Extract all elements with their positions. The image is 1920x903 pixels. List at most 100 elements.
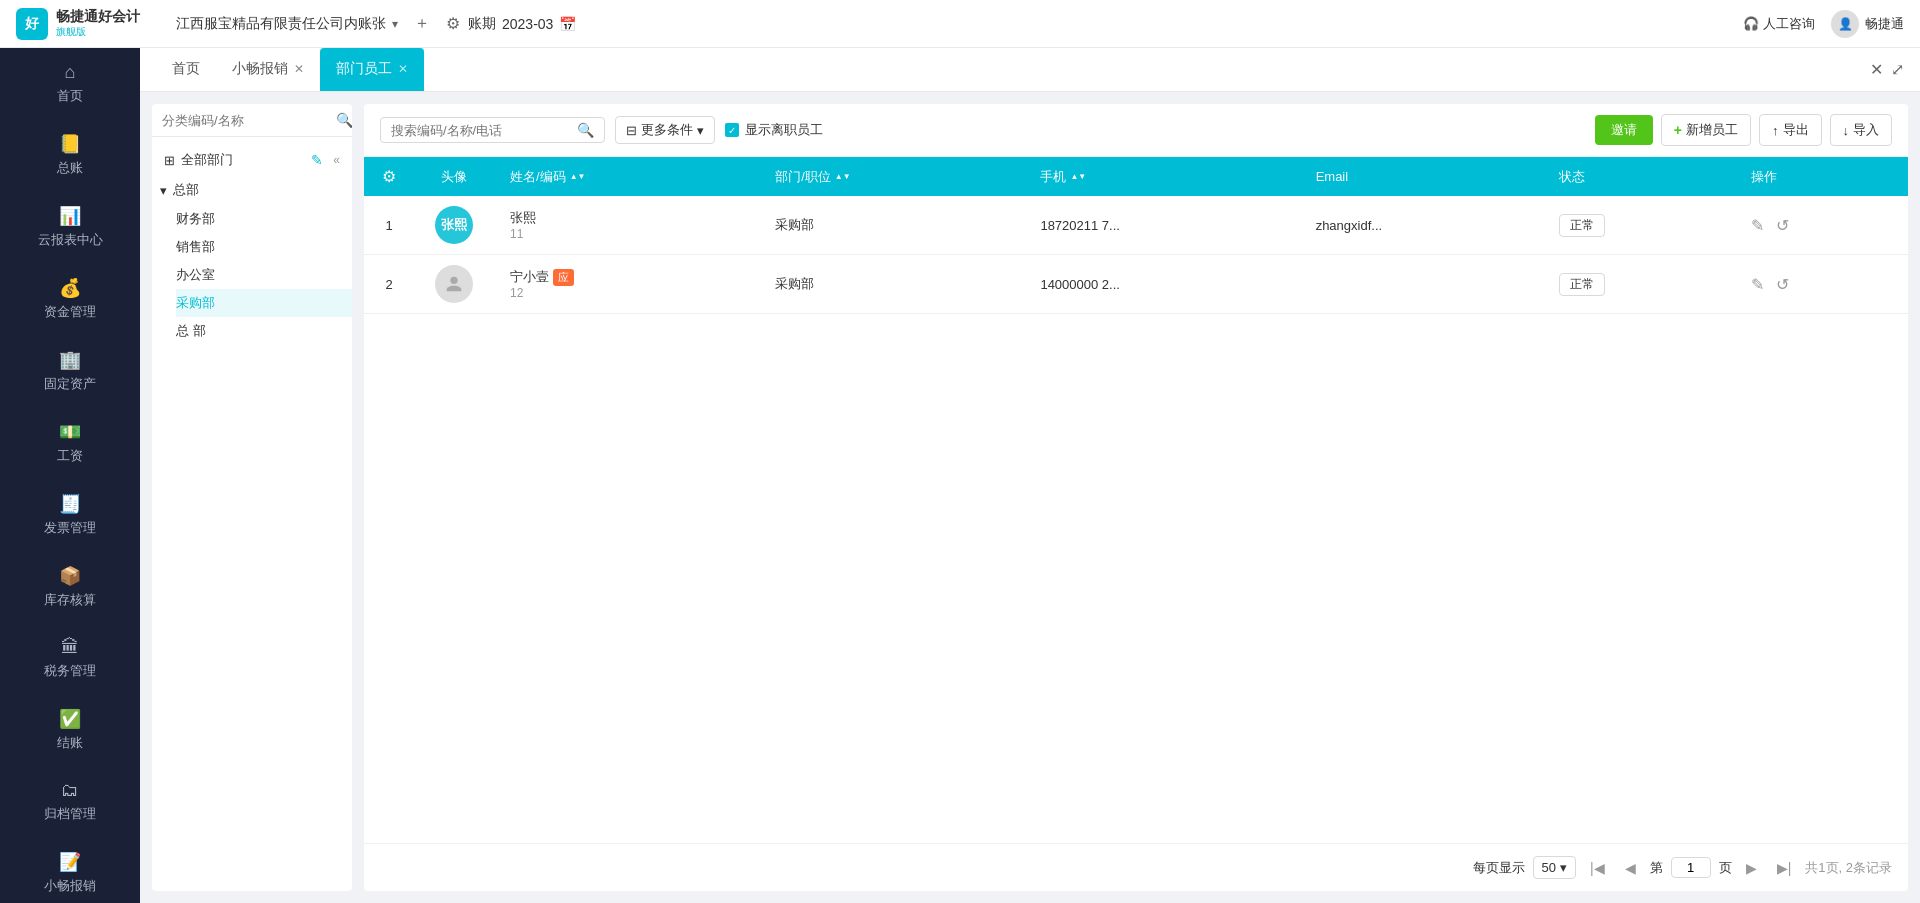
sidebar-item-label: 结账 [57, 734, 83, 752]
row-actions: ✎ ↺ [1735, 196, 1908, 255]
company-selector[interactable]: 江西服宝精品有限责任公司内账张 ▾ [176, 15, 398, 33]
col-phone[interactable]: 手机 ▲▼ [1024, 157, 1299, 196]
page-label-pre: 第 [1650, 859, 1663, 877]
content-area: 首页 小畅报销 ✕ 部门员工 ✕ ✕ ⤢ 🔍 [140, 48, 1920, 903]
import-icon: ↓ [1843, 123, 1850, 138]
sidebar-item-invoice[interactable]: 🧾 发票管理 [0, 479, 140, 551]
sidebar-item-reports[interactable]: 📊 云报表中心 [0, 191, 140, 263]
company-name: 江西服宝精品有限责任公司内账张 [176, 15, 386, 33]
calendar-icon[interactable]: 📅 [559, 16, 576, 32]
dept-search-input[interactable] [162, 113, 330, 128]
col-settings[interactable]: ⚙ [364, 157, 414, 196]
add-employee-button[interactable]: + 新增员工 [1661, 114, 1751, 146]
expense-icon: 📝 [59, 851, 81, 873]
employees-table: ⚙ 头像 姓名/编码 ▲▼ [364, 157, 1908, 314]
sidebar-item-inventory[interactable]: 📦 库存核算 [0, 551, 140, 623]
pagination: 每页显示 50 ▾ |◀ ◀ 第 页 ▶ ▶| 共1页, 2条记录 [364, 843, 1908, 891]
gear-icon[interactable]: ⚙ [382, 168, 396, 185]
dept-sales-label: 销售部 [176, 238, 215, 256]
add-button[interactable]: ＋ [414, 13, 430, 34]
row-dept: 采购部 [759, 196, 1024, 255]
export-button[interactable]: ↑ 导出 [1759, 114, 1822, 146]
dept-edit-button[interactable]: ✎ [311, 152, 323, 168]
page-input[interactable] [1671, 857, 1711, 878]
assets-icon: 🏢 [59, 349, 81, 371]
next-page-button[interactable]: ▶ [1740, 858, 1763, 878]
row-phone: 14000000 2... [1024, 255, 1299, 314]
account-period: 账期 2023-03 📅 [468, 15, 576, 33]
main-layout: ⌂ 首页 📒 总账 📊 云报表中心 💰 资金管理 🏢 固定资产 💵 工资 🧾 发… [0, 48, 1920, 903]
col-name[interactable]: 姓名/编码 ▲▼ [494, 157, 759, 196]
dept-item-sales[interactable]: 销售部 [176, 233, 352, 261]
employee-search-input[interactable] [391, 123, 571, 138]
sidebar-item-label: 小畅报销 [44, 877, 96, 895]
sidebar-item-assets[interactable]: 🏢 固定资产 [0, 335, 140, 407]
sidebar-item-ledger[interactable]: 📒 总账 [0, 119, 140, 191]
first-page-button[interactable]: |◀ [1584, 858, 1611, 878]
tab-home[interactable]: 首页 [156, 48, 216, 91]
action-icons: ✎ ↺ [1751, 275, 1892, 294]
sort-arrows-name: ▲▼ [570, 172, 586, 181]
right-panel: 🔍 ⊟ 更多条件 ▾ ✓ 显示离职员工 邀请 + [364, 104, 1908, 891]
user-area[interactable]: 👤 畅捷通 [1831, 10, 1904, 38]
headset-icon: 🎧 [1743, 16, 1759, 31]
sidebar-item-tax[interactable]: 🏛 税务管理 [0, 623, 140, 694]
all-depts-item[interactable]: ⊞ 全部部门 ✎ « [152, 145, 352, 175]
ledger-icon: 📒 [59, 133, 81, 155]
invite-button[interactable]: 邀请 [1595, 115, 1653, 145]
sidebar-item-expense[interactable]: 📝 小畅报销 [0, 837, 140, 903]
dept-item-finance[interactable]: 财务部 [176, 205, 352, 233]
show-resigned-checkbox[interactable]: ✓ 显示离职员工 [725, 121, 823, 139]
dept-item-hq[interactable]: 总 部 [176, 317, 352, 345]
app-title: 畅捷通好会计 [56, 8, 140, 25]
import-button[interactable]: ↓ 导入 [1830, 114, 1893, 146]
tab-expand-button[interactable]: ⤢ [1891, 60, 1904, 79]
dept-search-icon[interactable]: 🔍 [336, 112, 352, 128]
sidebar-item-home[interactable]: ⌂ 首页 [0, 48, 140, 119]
status-badge: 正常 [1559, 214, 1605, 237]
employee-search-box: 🔍 [380, 117, 605, 143]
settings-button[interactable]: ⚙ [446, 14, 460, 33]
tab-expense[interactable]: 小畅报销 ✕ [216, 48, 320, 91]
total-info: 共1页, 2条记录 [1805, 859, 1892, 877]
dept-item-purchase[interactable]: 采购部 [176, 289, 352, 317]
export-label: 导出 [1783, 121, 1809, 139]
top-bar: 好 畅捷通好会计 旗舰版 江西服宝精品有限责任公司内账张 ▾ ＋ ⚙ 账期 20… [0, 0, 1920, 48]
sidebar-item-label: 固定资产 [44, 375, 96, 393]
per-page-select[interactable]: 50 ▾ [1533, 856, 1576, 879]
table-row: 2 宁小壹应12采购部14000000 2...正常 ✎ ↺ [364, 255, 1908, 314]
employee-code: 12 [510, 286, 743, 300]
account-period-value: 2023-03 [502, 16, 553, 32]
tab-employees-close[interactable]: ✕ [398, 62, 408, 76]
edit-action-icon[interactable]: ✎ [1751, 275, 1764, 294]
status-badge: 正常 [1559, 273, 1605, 296]
edit-action-icon[interactable]: ✎ [1751, 216, 1764, 235]
dept-item-office[interactable]: 办公室 [176, 261, 352, 289]
sidebar-item-salary[interactable]: 💵 工资 [0, 407, 140, 479]
sidebar-item-label: 发票管理 [44, 519, 96, 537]
more-conditions-button[interactable]: ⊟ 更多条件 ▾ [615, 116, 715, 144]
account-period-label: 账期 [468, 15, 496, 33]
collapse-icon[interactable]: « [333, 153, 340, 167]
delete-action-icon[interactable]: ↺ [1776, 216, 1789, 235]
sort-arrows-dept: ▲▼ [835, 172, 851, 181]
sort-arrows-phone: ▲▼ [1070, 172, 1086, 181]
col-dept[interactable]: 部门/职位 ▲▼ [759, 157, 1024, 196]
sidebar-item-label: 云报表中心 [38, 231, 103, 249]
service-button[interactable]: 🎧 人工咨询 [1743, 15, 1815, 33]
last-page-button[interactable]: ▶| [1771, 858, 1798, 878]
delete-action-icon[interactable]: ↺ [1776, 275, 1789, 294]
tab-employees[interactable]: 部门员工 ✕ [320, 48, 424, 91]
sidebar-item-archive[interactable]: 🗂 归档管理 [0, 766, 140, 837]
more-conditions-label: 更多条件 [641, 121, 693, 139]
sidebar-item-funds[interactable]: 💰 资金管理 [0, 263, 140, 335]
tab-close-button[interactable]: ✕ [1870, 60, 1883, 79]
employee-search-icon[interactable]: 🔍 [577, 122, 594, 138]
tab-expense-close[interactable]: ✕ [294, 62, 304, 76]
sidebar-item-checkout[interactable]: ✅ 结账 [0, 694, 140, 766]
prev-page-button[interactable]: ◀ [1619, 858, 1642, 878]
dept-item-general[interactable]: ▾ 总部 [152, 175, 352, 205]
archive-icon: 🗂 [61, 780, 79, 801]
row-avatar: 张熙 [414, 196, 494, 255]
row-num: 2 [364, 255, 414, 314]
